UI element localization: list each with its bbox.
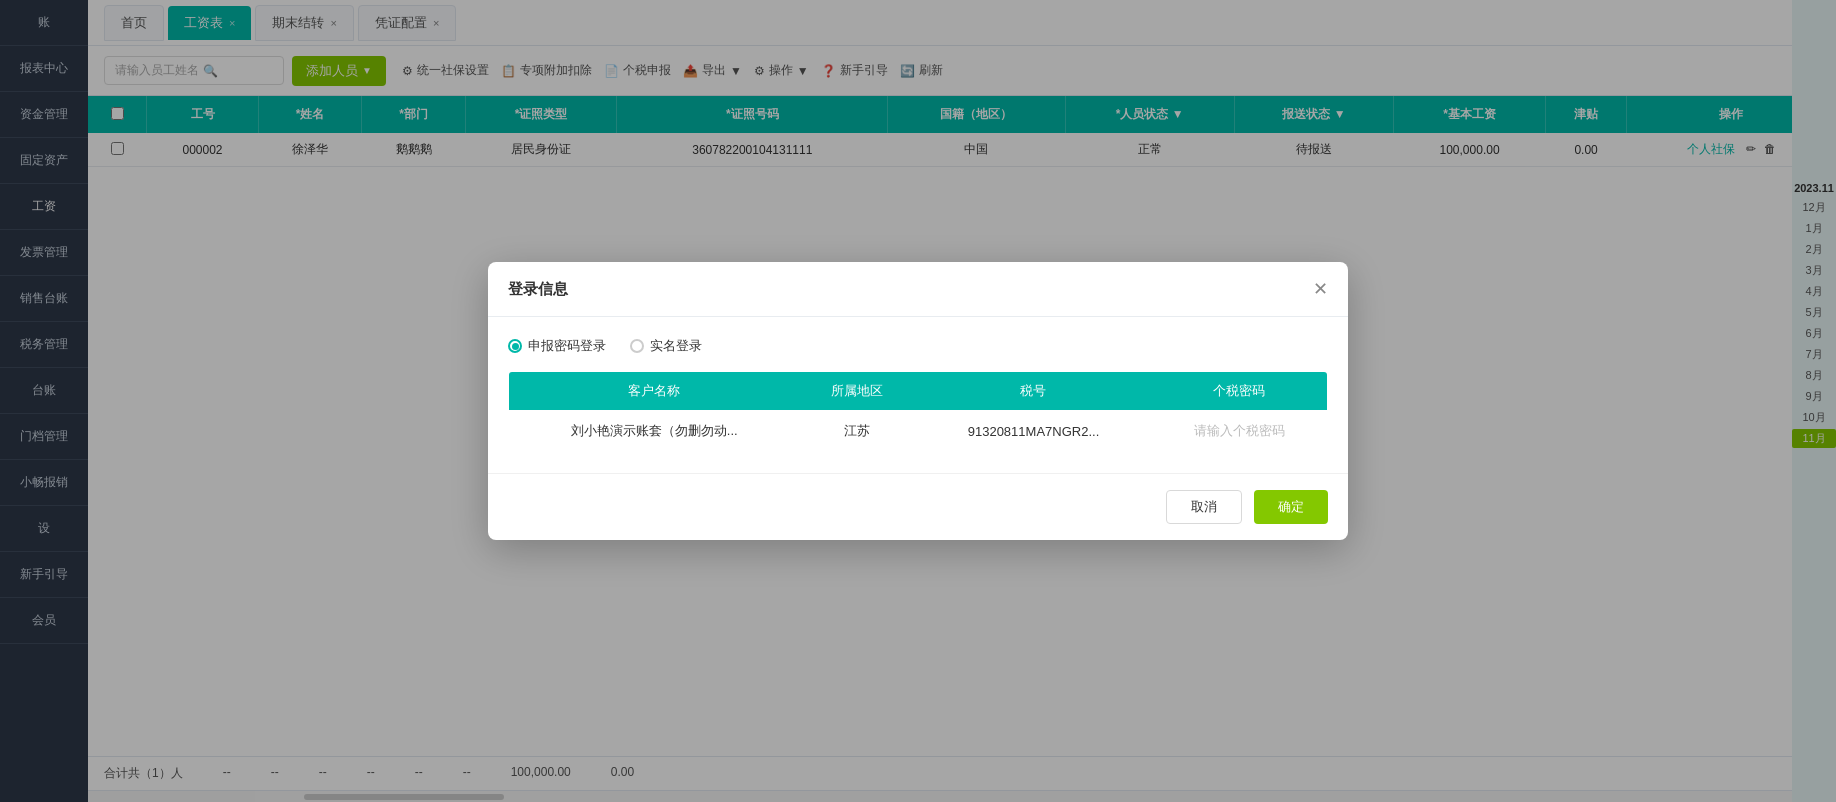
login-dialog: 登录信息 ✕ 申报密码登录 实名登录 xyxy=(488,262,1348,540)
login-row-region: 江苏 xyxy=(800,410,916,453)
radio-password-login[interactable]: 申报密码登录 xyxy=(508,337,606,355)
login-row-tax-id: 91320811MA7NGR2... xyxy=(915,410,1152,453)
cancel-button[interactable]: 取消 xyxy=(1166,490,1242,524)
radio-realname-circle xyxy=(630,339,644,353)
radio-password-label: 申报密码登录 xyxy=(528,337,606,355)
radio-password-dot xyxy=(512,343,519,350)
col-tax-password: 个税密码 xyxy=(1152,372,1328,411)
radio-password-circle xyxy=(508,339,522,353)
col-tax-id: 税号 xyxy=(915,372,1152,411)
col-client-name: 客户名称 xyxy=(509,372,800,411)
dialog-overlay: 登录信息 ✕ 申报密码登录 实名登录 xyxy=(0,0,1836,802)
col-region: 所属地区 xyxy=(800,372,916,411)
login-table-row: 刘小艳演示账套（勿删勿动... 江苏 91320811MA7NGR2... 请输… xyxy=(509,410,1328,453)
login-type-radio-group: 申报密码登录 实名登录 xyxy=(508,337,1328,355)
dialog-footer: 取消 确定 xyxy=(488,473,1348,540)
dialog-body: 申报密码登录 实名登录 客户名称 所属地区 税号 个税密码 xyxy=(488,317,1348,473)
dialog-close-icon[interactable]: ✕ xyxy=(1313,278,1328,300)
radio-realname-label: 实名登录 xyxy=(650,337,702,355)
dialog-title: 登录信息 xyxy=(508,280,568,299)
login-row-password-cell[interactable]: 请输入个税密码 xyxy=(1152,410,1328,453)
radio-realname-login[interactable]: 实名登录 xyxy=(630,337,702,355)
dialog-header: 登录信息 ✕ xyxy=(488,262,1348,317)
confirm-button[interactable]: 确定 xyxy=(1254,490,1328,524)
login-row-client-name: 刘小艳演示账套（勿删勿动... xyxy=(509,410,800,453)
password-placeholder: 请输入个税密码 xyxy=(1194,423,1285,438)
login-table: 客户名称 所属地区 税号 个税密码 刘小艳演示账套（勿删勿动... 江苏 913… xyxy=(508,371,1328,453)
